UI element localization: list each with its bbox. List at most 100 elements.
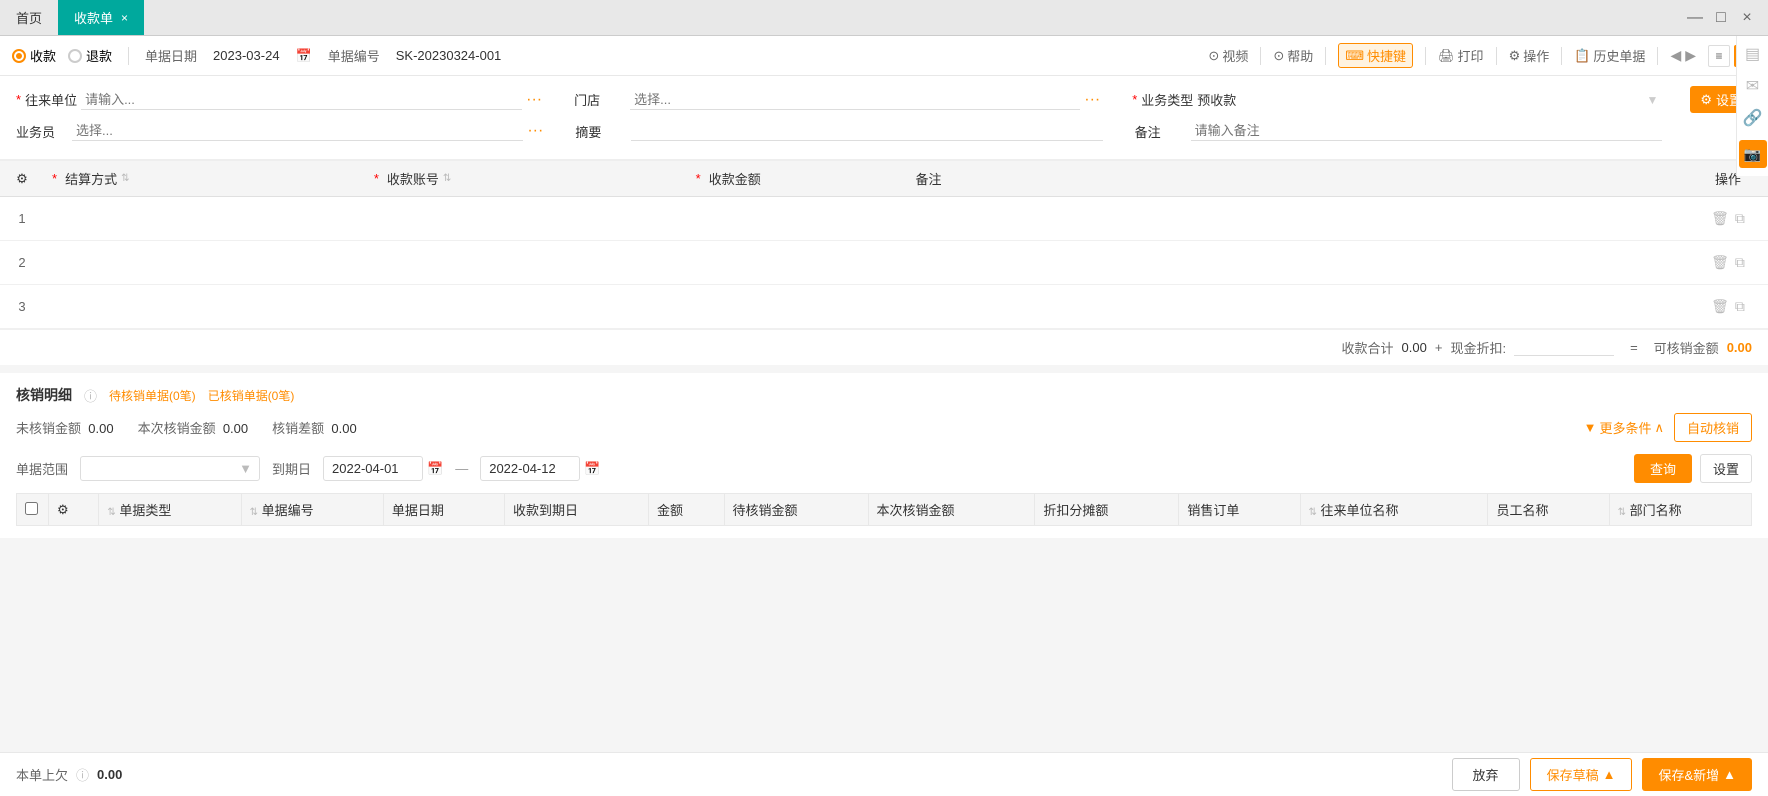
counterpart-input[interactable] — [81, 90, 522, 110]
history-icon: 📋 — [1574, 48, 1590, 64]
verify-info-icon[interactable]: ⓘ — [84, 386, 97, 405]
nav-next[interactable]: ▶ — [1685, 47, 1696, 64]
counterpart-sort-icon[interactable]: ⇅ — [1309, 507, 1317, 518]
doc-type-sort-icon[interactable]: ⇅ — [107, 507, 115, 518]
remarks-field: 备注 — [1135, 121, 1662, 141]
auto-verify-button[interactable]: 自动核销 — [1674, 413, 1752, 442]
calendar-icon[interactable]: 📅 — [296, 48, 312, 64]
discard-button[interactable]: 放弃 — [1452, 758, 1520, 791]
store-label: 门店 — [574, 90, 630, 109]
tab-receipts[interactable]: 收款单 × — [58, 0, 144, 35]
pay-sort-icon[interactable]: ⇅ — [121, 173, 129, 184]
receipt-label: 收款 — [30, 46, 56, 65]
bottom-info-icon[interactable]: ⓘ — [76, 765, 89, 784]
row-3-copy-icon[interactable]: ⧉ — [1735, 298, 1745, 315]
counterpart-label: 往来单位 — [25, 90, 81, 109]
row-1-copy-icon[interactable]: ⧉ — [1735, 210, 1745, 227]
th-doc-num: ⇅ 单据编号 — [241, 494, 383, 526]
row-3-delete-icon[interactable]: 🗑 — [1711, 298, 1729, 315]
current-stat: 本次核销金额 0.00 — [138, 418, 249, 437]
number-value: SK-20230324-001 — [396, 48, 502, 63]
video-button[interactable]: ⊙ 视频 — [1208, 46, 1248, 65]
row-3-num: 3 — [0, 299, 44, 314]
sidebar-camera-icon[interactable]: 📷 — [1739, 140, 1767, 168]
summary-label: 摘要 — [575, 122, 631, 141]
sidebar-table-icon[interactable]: ▤ — [1745, 44, 1760, 64]
toolbar-divider-2 — [1260, 47, 1261, 65]
done-tab[interactable]: 已核销单据(0笔) — [208, 387, 295, 404]
biz-type-req-star: * — [1132, 92, 1137, 107]
view-list-icon[interactable]: ≡ — [1708, 45, 1730, 67]
row-2-delete-icon[interactable]: 🗑 — [1711, 254, 1729, 271]
col-amount-label: 收款金额 — [709, 169, 761, 188]
save-new-button[interactable]: 保存&新增 ▲ — [1642, 758, 1752, 791]
salesperson-input[interactable] — [72, 121, 523, 141]
toolbar: 收款 退款 单据日期 2023-03-24 📅 单据编号 SK-20230324… — [0, 36, 1768, 76]
maximize-button[interactable]: □ — [1712, 9, 1730, 27]
total-label: 收款合计 — [1342, 338, 1394, 357]
counterpart-more-button[interactable]: ··· — [526, 91, 542, 109]
help-button[interactable]: ⊙ 帮助 — [1273, 46, 1313, 65]
due-date-label: 到期日 — [272, 459, 311, 478]
more-filter-button[interactable]: ▼ 更多条件 ∧ — [1584, 418, 1664, 437]
row-1-delete-icon[interactable]: 🗑 — [1711, 210, 1729, 227]
cal-to-icon[interactable]: 📅 — [584, 461, 600, 477]
store-input[interactable] — [630, 90, 1080, 110]
toolbar-divider-7 — [1657, 47, 1658, 65]
operations-button[interactable]: ⚙ 操作 — [1509, 46, 1550, 65]
minimize-button[interactable]: — — [1686, 9, 1704, 27]
sidebar-mail-icon[interactable]: ✉ — [1746, 76, 1759, 96]
refund-radio[interactable]: 退款 — [68, 46, 112, 65]
th-settings[interactable]: ⚙ — [49, 494, 99, 526]
biz-type-chevron[interactable]: ▼ — [1646, 93, 1658, 107]
current-value: 0.00 — [223, 421, 248, 436]
verify-settings-button[interactable]: 设置 — [1700, 454, 1752, 483]
due-to-input[interactable] — [480, 456, 580, 481]
summary-input[interactable] — [631, 121, 1102, 141]
receipt-radio[interactable]: 收款 — [12, 46, 56, 65]
due-date-to: 📅 — [480, 456, 600, 481]
verify-label: 可核销金额 — [1654, 338, 1719, 357]
th-doc-date: 单据日期 — [383, 494, 504, 526]
date-value: 2023-03-24 — [213, 48, 280, 63]
sidebar-link-icon[interactable]: 🔗 — [1743, 108, 1763, 128]
dept-sort-icon[interactable]: ⇅ — [1618, 507, 1626, 518]
shortcut-icon: ⌨ — [1345, 48, 1364, 64]
range-select[interactable] — [80, 456, 260, 481]
plus-sign: + — [1435, 340, 1443, 355]
chevron-up-icon: ∧ — [1654, 420, 1664, 436]
table-row: 3 🗑 ⧉ — [0, 285, 1768, 329]
close-window-button[interactable]: × — [1738, 9, 1756, 27]
row-2-copy-icon[interactable]: ⧉ — [1735, 254, 1745, 271]
current-label: 本次核销金额 — [138, 421, 216, 436]
due-from-input[interactable] — [323, 456, 423, 481]
settings-gear-icon: ⚙ — [1700, 92, 1712, 108]
doc-num-sort-icon[interactable]: ⇅ — [250, 507, 258, 518]
cal-from-icon[interactable]: 📅 — [427, 461, 443, 477]
table-gear-icon: ⚙ — [16, 171, 28, 187]
print-button[interactable]: 🖨 打印 — [1438, 46, 1484, 65]
table-row: 1 🗑 ⧉ — [0, 197, 1768, 241]
close-tab-icon[interactable]: × — [121, 11, 128, 25]
tab-home[interactable]: 首页 — [0, 0, 58, 35]
discount-input[interactable] — [1514, 340, 1614, 356]
nav-prev[interactable]: ◀ — [1670, 47, 1681, 64]
salesperson-more-button[interactable]: ··· — [527, 122, 543, 140]
remarks-input[interactable] — [1191, 121, 1662, 141]
store-more-button[interactable]: ··· — [1084, 91, 1100, 109]
account-sort-icon[interactable]: ⇅ — [443, 173, 451, 184]
row-3-ops: 🗑 ⧉ — [1688, 298, 1768, 315]
query-button[interactable]: 查询 — [1634, 454, 1692, 483]
col-remark-label: 备注 — [916, 169, 942, 188]
history-button[interactable]: 📋 历史单据 — [1574, 46, 1645, 65]
shortcut-button[interactable]: ⌨ 快捷键 — [1338, 43, 1413, 68]
save-draft-button[interactable]: 保存草稿 ▲ — [1530, 758, 1633, 791]
video-icon: ⊙ — [1208, 48, 1219, 64]
select-all-checkbox[interactable] — [25, 502, 38, 515]
table-settings-icon[interactable]: ⚙ — [0, 171, 44, 187]
row-1-num: 1 — [0, 211, 44, 226]
window-controls: — □ × — [1686, 9, 1768, 27]
diff-label: 核销差额 — [272, 421, 324, 436]
pending-tab[interactable]: 待核销单据(0笔) — [109, 387, 196, 404]
more-filter-label: 更多条件 — [1599, 418, 1651, 437]
